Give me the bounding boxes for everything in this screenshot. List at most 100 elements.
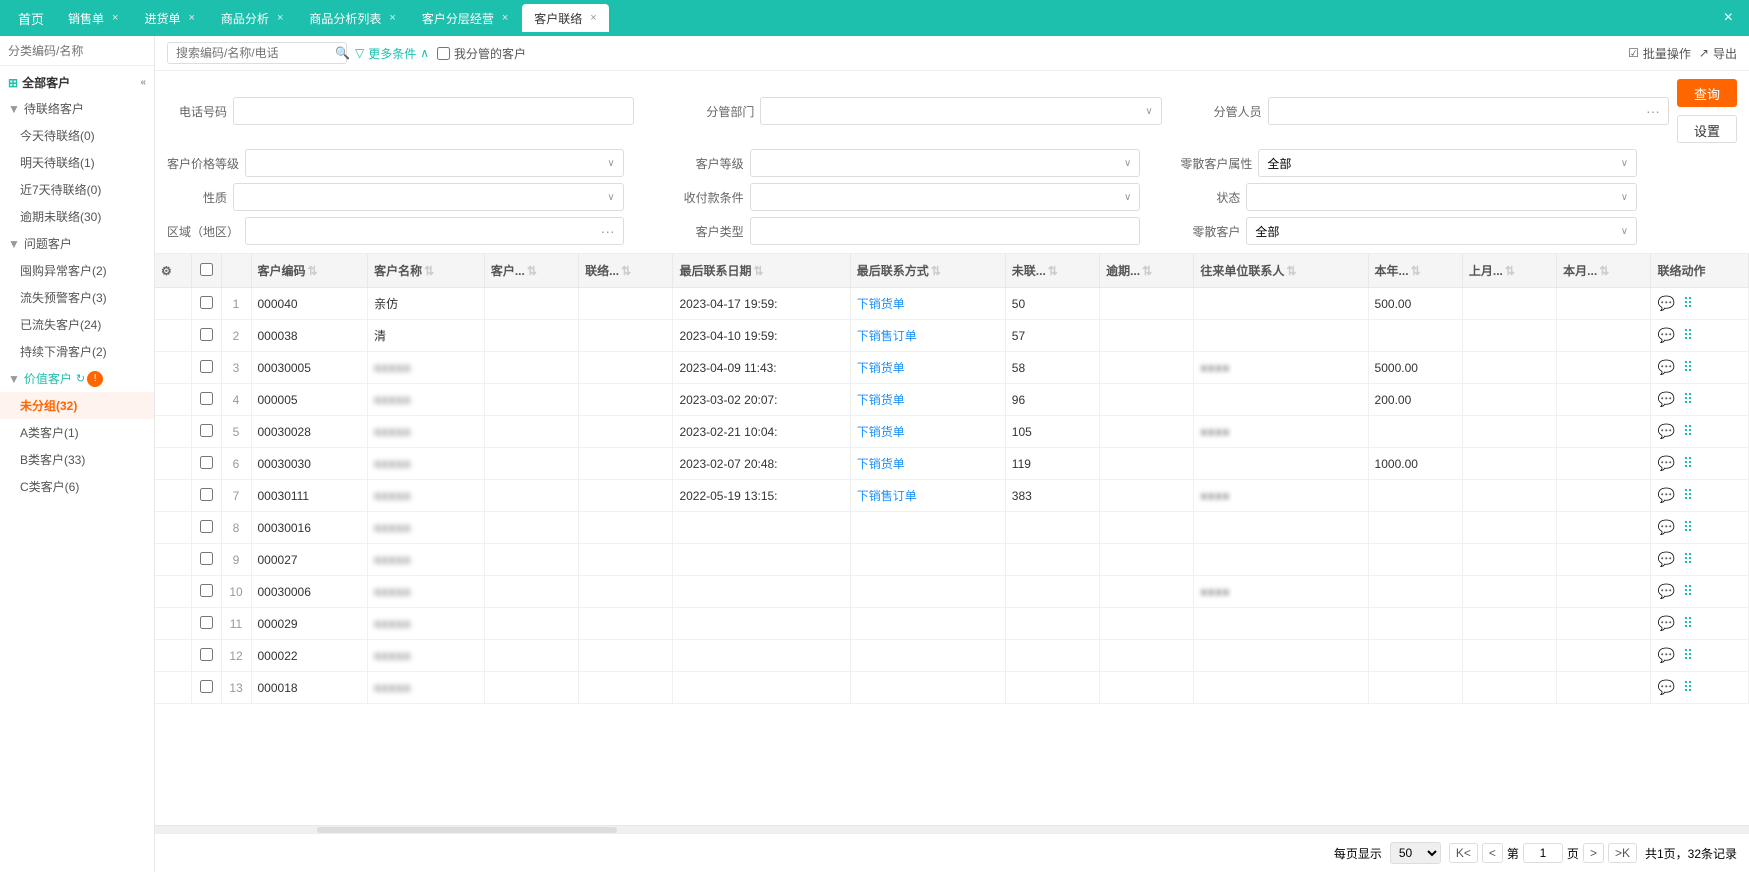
col-no-contact[interactable]: 未联...⇅ bbox=[1005, 254, 1099, 288]
sidebar-item-7days-pending[interactable]: 近7天待联络(0) bbox=[0, 176, 154, 203]
filter-dept-select[interactable]: ∨ bbox=[760, 97, 1161, 125]
query-button[interactable]: 查询 bbox=[1677, 79, 1737, 107]
cell-last-type[interactable] bbox=[850, 512, 1005, 544]
close-analysis-list-tab[interactable]: × bbox=[389, 12, 395, 24]
col-last-month[interactable]: 上月...⇅ bbox=[1462, 254, 1556, 288]
grid-action-icon[interactable]: ⠿ bbox=[1683, 615, 1693, 632]
filter-person-select[interactable]: ··· bbox=[1268, 97, 1669, 125]
collapse-icon[interactable]: « bbox=[140, 77, 146, 88]
cell-last-type[interactable]: 下销货单 bbox=[850, 288, 1005, 320]
col-overdue[interactable]: 逾期...⇅ bbox=[1100, 254, 1194, 288]
grid-action-icon[interactable]: ⠿ bbox=[1683, 647, 1693, 664]
filter-price-select[interactable]: ∨ bbox=[245, 149, 624, 177]
grid-action-icon[interactable]: ⠿ bbox=[1683, 455, 1693, 472]
row-checkbox[interactable] bbox=[200, 584, 213, 597]
row-checkbox[interactable] bbox=[200, 552, 213, 565]
col-settings[interactable]: ⚙ bbox=[155, 254, 191, 288]
last-page-button[interactable]: >K bbox=[1608, 843, 1637, 863]
sidebar-item-ungroupe[interactable]: 未分组(32) bbox=[0, 392, 154, 419]
chat-icon[interactable]: 💬 bbox=[1657, 551, 1674, 568]
filter-customer-type-select[interactable] bbox=[750, 217, 1141, 245]
col-type[interactable]: 客户...⇅ bbox=[484, 254, 578, 288]
col-code[interactable]: 客户编码⇅ bbox=[251, 254, 368, 288]
close-purchase-tab[interactable]: × bbox=[188, 12, 194, 24]
chat-icon[interactable]: 💬 bbox=[1657, 295, 1674, 312]
nav-tab-customer-contact[interactable]: 客户联络 × bbox=[522, 4, 608, 32]
window-close-button[interactable]: × bbox=[1716, 9, 1741, 27]
select-all-checkbox[interactable] bbox=[200, 263, 213, 276]
cell-last-type[interactable]: 下销售订单 bbox=[850, 480, 1005, 512]
close-segment-tab[interactable]: × bbox=[502, 12, 508, 24]
main-search-icon[interactable]: 🔍 bbox=[335, 46, 350, 60]
row-checkbox[interactable] bbox=[200, 616, 213, 629]
nav-tab-customer-segment[interactable]: 客户分层经营 × bbox=[410, 4, 520, 32]
sidebar-item-overdue-uncontacted[interactable]: 逾期未联络(30) bbox=[0, 203, 154, 230]
sidebar-item-class-b[interactable]: B类客户(33) bbox=[0, 446, 154, 473]
col-contact[interactable]: 联络...⇅ bbox=[579, 254, 673, 288]
filter-nature-select[interactable]: ∨ bbox=[233, 183, 624, 211]
col-last-type[interactable]: 最后联系方式⇅ bbox=[850, 254, 1005, 288]
main-search-input[interactable] bbox=[176, 46, 331, 60]
settings-icon[interactable]: ⚙ bbox=[161, 264, 172, 278]
export-button[interactable]: ↗ 导出 bbox=[1699, 45, 1737, 62]
grid-action-icon[interactable]: ⠿ bbox=[1683, 519, 1693, 536]
cell-last-type[interactable] bbox=[850, 672, 1005, 704]
row-checkbox[interactable] bbox=[200, 680, 213, 693]
chat-icon[interactable]: 💬 bbox=[1657, 679, 1674, 696]
filter-payment-select[interactable]: ∨ bbox=[750, 183, 1141, 211]
col-last-date[interactable]: 最后联系日期⇅ bbox=[673, 254, 850, 288]
grid-action-icon[interactable]: ⠿ bbox=[1683, 359, 1693, 376]
filter-region-select[interactable]: ··· bbox=[245, 217, 624, 245]
nav-tab-purchase[interactable]: 进货单 × bbox=[132, 4, 206, 32]
col-this-month[interactable]: 本月...⇅ bbox=[1557, 254, 1651, 288]
chat-icon[interactable]: 💬 bbox=[1657, 615, 1674, 632]
cell-last-type[interactable] bbox=[850, 576, 1005, 608]
sidebar-search-input[interactable] bbox=[8, 44, 155, 58]
filter-retail-customer-select[interactable]: 全部 ∨ bbox=[1246, 217, 1637, 245]
cell-last-type[interactable] bbox=[850, 544, 1005, 576]
refresh-icon[interactable]: ↻ bbox=[76, 372, 85, 385]
row-checkbox[interactable] bbox=[200, 296, 213, 309]
page-number-input[interactable] bbox=[1523, 843, 1563, 863]
first-page-button[interactable]: K< bbox=[1449, 843, 1478, 863]
sidebar-item-declining[interactable]: 持续下滑客户(2) bbox=[0, 338, 154, 365]
col-this-year[interactable]: 本年...⇅ bbox=[1368, 254, 1462, 288]
cell-last-type[interactable]: 下销货单 bbox=[850, 416, 1005, 448]
all-customers-header[interactable]: ⊞ 全部客户 « bbox=[0, 66, 154, 95]
group-pending-contact-header[interactable]: ▼ 待联络客户 bbox=[0, 95, 154, 122]
my-customer-checkbox[interactable] bbox=[437, 47, 450, 60]
sidebar-item-hoarding-abnormal[interactable]: 囤购异常客户(2) bbox=[0, 257, 154, 284]
chat-icon[interactable]: 💬 bbox=[1657, 327, 1674, 344]
reset-button[interactable]: 设置 bbox=[1677, 115, 1737, 143]
grid-action-icon[interactable]: ⠿ bbox=[1683, 583, 1693, 600]
dots-icon[interactable]: ··· bbox=[601, 223, 615, 239]
row-checkbox[interactable] bbox=[200, 328, 213, 341]
close-contact-tab[interactable]: × bbox=[590, 12, 596, 24]
sidebar-item-churned[interactable]: 已流失客户(24) bbox=[0, 311, 154, 338]
chat-icon[interactable]: 💬 bbox=[1657, 647, 1674, 664]
sidebar-item-today-pending[interactable]: 今天待联络(0) bbox=[0, 122, 154, 149]
chat-icon[interactable]: 💬 bbox=[1657, 423, 1674, 440]
cell-last-type[interactable]: 下销货单 bbox=[850, 448, 1005, 480]
cell-last-type[interactable]: 下销货单 bbox=[850, 384, 1005, 416]
sidebar-item-churn-warning[interactable]: 流失预警客户(3) bbox=[0, 284, 154, 311]
cell-last-type[interactable] bbox=[850, 640, 1005, 672]
group-problem-header[interactable]: ▼ 问题客户 bbox=[0, 230, 154, 257]
cell-last-type[interactable] bbox=[850, 608, 1005, 640]
next-page-button[interactable]: > bbox=[1583, 843, 1604, 863]
grid-action-icon[interactable]: ⠿ bbox=[1683, 391, 1693, 408]
grid-action-icon[interactable]: ⠿ bbox=[1683, 679, 1693, 696]
nav-tab-analysis-list[interactable]: 商品分析列表 × bbox=[297, 4, 407, 32]
col-unit-contact[interactable]: 往来单位联系人⇅ bbox=[1194, 254, 1368, 288]
grid-action-icon[interactable]: ⠿ bbox=[1683, 423, 1693, 440]
grid-action-icon[interactable]: ⠿ bbox=[1683, 295, 1693, 312]
row-checkbox[interactable] bbox=[200, 488, 213, 501]
filter-customer-level-select[interactable]: ∨ bbox=[750, 149, 1141, 177]
nav-tab-sales[interactable]: 销售单 × bbox=[56, 4, 130, 32]
home-tab[interactable]: 首页 bbox=[8, 9, 54, 28]
col-name[interactable]: 客户名称⇅ bbox=[368, 254, 485, 288]
row-checkbox[interactable] bbox=[200, 360, 213, 373]
more-filter-button[interactable]: ▽ 更多条件 ∧ bbox=[355, 45, 429, 62]
chat-icon[interactable]: 💬 bbox=[1657, 519, 1674, 536]
cell-last-type[interactable]: 下销售订单 bbox=[850, 320, 1005, 352]
